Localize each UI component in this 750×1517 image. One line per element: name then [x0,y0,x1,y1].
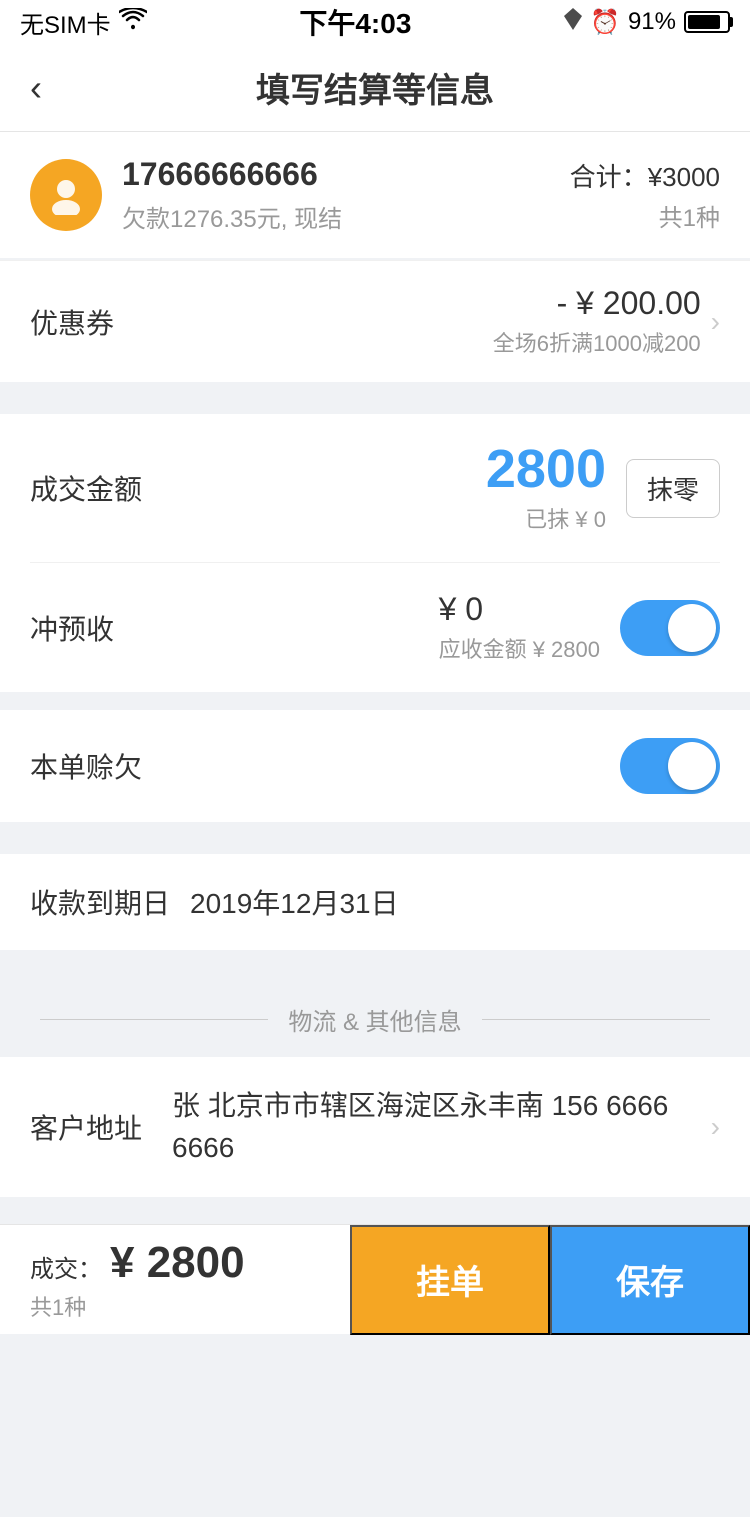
debt-row: 本单赊欠 [0,710,750,822]
battery-percent: 91% [628,8,676,36]
bottom-bar: 成交： ¥ 2800 共1种 挂单 保存 [0,1224,750,1334]
amount-section: 成交金额 2800 已抹 ¥ 0 抹零 冲预收 ¥ 0 应收金额 ¥ 2800 [0,414,750,692]
prepay-sub: 应收金额 ¥ 2800 [439,632,600,664]
prepay-toggle[interactable] [620,600,720,656]
section-divider-4 [0,966,750,982]
coupon-discount: - ¥ 200.00 [493,285,701,322]
toggle-knob [668,604,716,652]
chevron-right-icon: › [711,306,720,338]
section-divider-1 [0,398,750,414]
coupon-description: 全场6折满1000减200 [493,326,701,358]
no-sim-text: 无SIM卡 [20,5,111,40]
status-right: ⏰ 91% [564,8,730,37]
pending-button[interactable]: 挂单 [350,1225,550,1335]
bottom-summary: 成交： ¥ 2800 共1种 [0,1238,350,1322]
logistics-section-header: 物流 & 其他信息 [0,982,750,1057]
address-label: 客户地址 [30,1107,142,1147]
customer-card: 17666666666 欠款1276.35元, 现结 合计：¥3000 共1种 [0,132,750,258]
customer-right: 合计：¥3000 共1种 [570,157,720,233]
deal-amount-right: 2800 已抹 ¥ 0 抹零 [486,442,720,534]
prepay-label: 冲预收 [30,608,114,648]
status-bar: 无SIM卡 下午4:03 ⏰ 91% [0,0,750,44]
deal-amount-value: 2800 [486,442,606,496]
total-label: 合计：¥3000 [570,157,720,194]
round-button[interactable]: 抹零 [626,459,720,518]
alarm-icon: ⏰ [590,8,620,37]
address-chevron-icon: › [711,1111,720,1143]
due-date-row: 收款到期日 2019年12月31日 [0,854,750,950]
customer-debt: 欠款1276.35元, 现结 [122,199,342,234]
customer-phone: 17666666666 [122,156,342,193]
save-button[interactable]: 保存 [550,1225,750,1335]
customer-info: 17666666666 欠款1276.35元, 现结 [122,156,342,234]
debt-toggle[interactable] [620,738,720,794]
address-row[interactable]: 客户地址 张 北京市市辖区海淀区永丰南 156 6666 6666 › [0,1057,750,1197]
battery-icon [684,11,730,33]
due-date-label: 收款到期日 [30,882,170,922]
customer-left: 17666666666 欠款1276.35元, 现结 [30,156,342,234]
status-left: 无SIM卡 [20,5,147,40]
due-date-value: 2019年12月31日 [190,882,399,922]
logistics-header-text: 物流 & 其他信息 [288,1002,461,1037]
page-title: 填写结算等信息 [256,63,494,112]
header-line-right [482,1019,710,1020]
wifi-icon [119,8,147,37]
bottom-count: 共1种 [30,1290,320,1322]
coupon-label: 优惠券 [30,302,114,342]
back-button[interactable]: ‹ [30,67,90,109]
nav-bar: ‹ 填写结算等信息 [0,44,750,132]
coupon-row[interactable]: 优惠券 - ¥ 200.00 全场6折满1000减200 › [0,260,750,382]
deal-amount-label: 成交金额 [30,468,142,508]
debt-label: 本单赊欠 [30,746,142,786]
bottom-deal-label: 成交： [30,1249,102,1284]
deal-amount-row: 成交金额 2800 已抹 ¥ 0 抹零 [30,414,720,563]
address-value: 张 北京市市辖区海淀区永丰南 156 6666 6666 [172,1085,701,1169]
deal-amount-sub: 已抹 ¥ 0 [486,502,606,534]
header-line-left [40,1019,268,1020]
prepay-amount: ¥ 0 [439,591,600,628]
section-divider-3 [0,838,750,854]
debt-toggle-knob [668,742,716,790]
status-time: 下午4:03 [299,2,411,42]
total-count: 共1种 [570,198,720,233]
address-section: 客户地址 张 北京市市辖区海淀区永丰南 156 6666 6666 › [0,1057,750,1197]
section-divider-2 [0,694,750,710]
location-icon [564,8,582,37]
avatar [30,159,102,231]
bottom-amount: ¥ 2800 [110,1238,245,1288]
prepay-row: 冲预收 ¥ 0 应收金额 ¥ 2800 [30,563,720,692]
